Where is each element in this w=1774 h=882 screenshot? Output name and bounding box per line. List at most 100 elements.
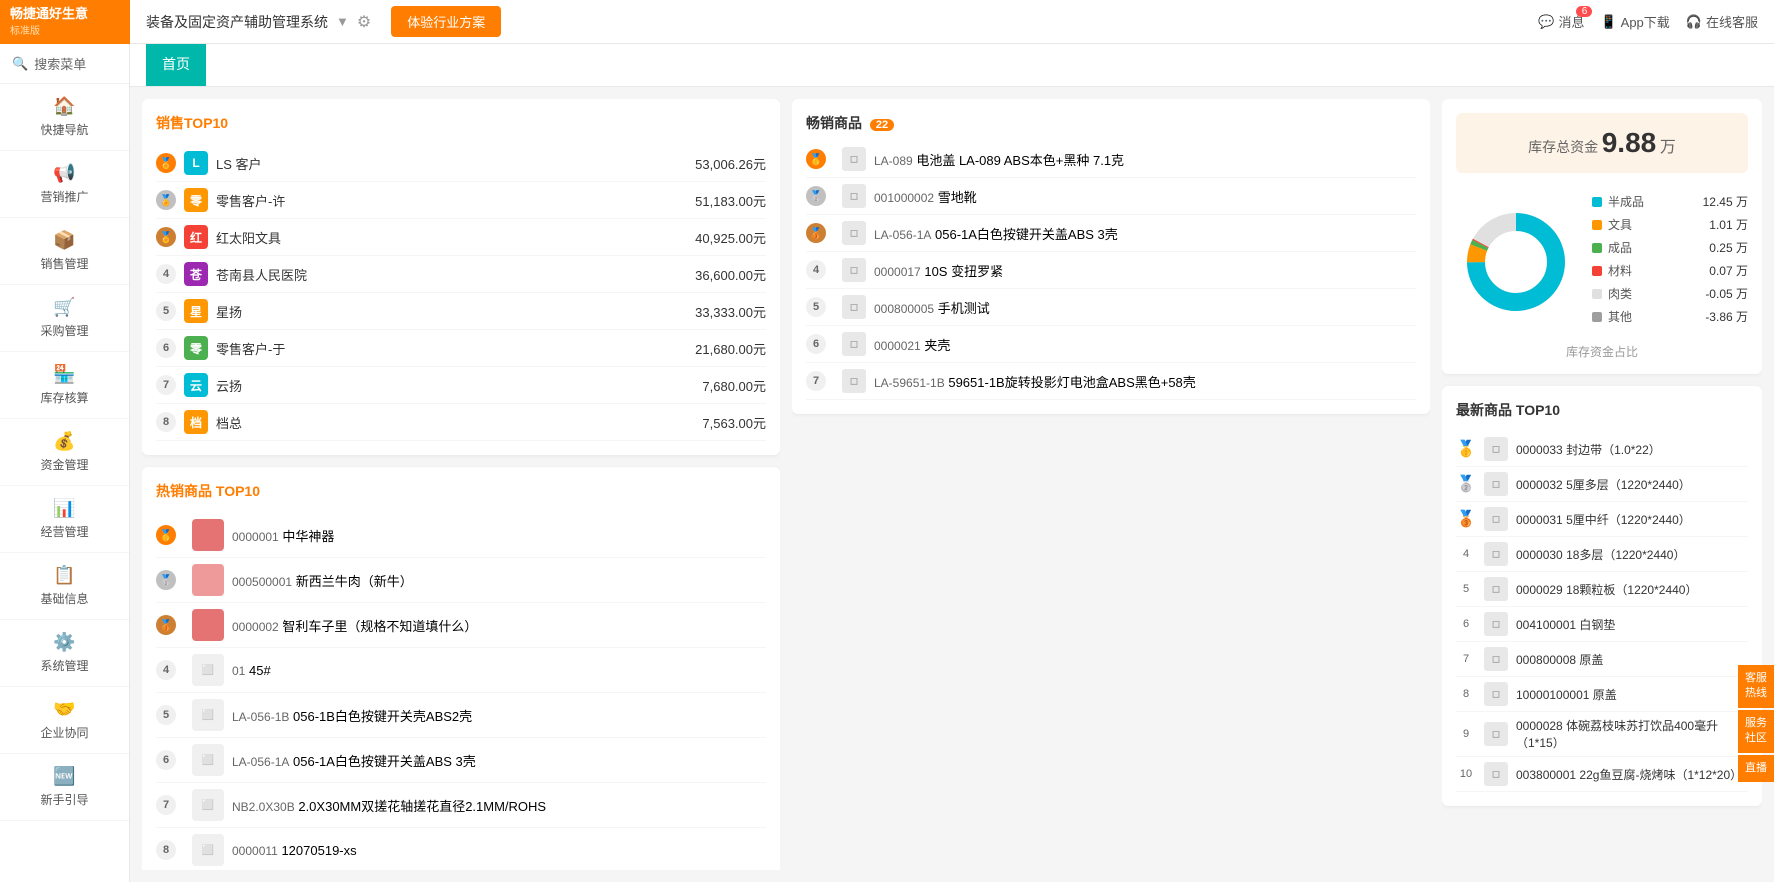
product-code: 003800001 [1516, 768, 1576, 782]
product-name: 手机测试 [938, 301, 990, 316]
sidebar-item-guide[interactable]: 🆕 新手引导 [0, 754, 129, 821]
sidebar: 🔍 搜索菜单 🏠 快捷导航 📢 营销推广 📦 销售管理 🛒 采购管理 🏪 库存核… [0, 44, 130, 882]
sidebar-label-marketing: 营销推广 [40, 188, 88, 205]
donut-subtitle: 库存资金占比 [1456, 343, 1748, 360]
product-thumb [192, 609, 224, 641]
float-btn-live[interactable]: 直播 [1738, 755, 1774, 782]
customer-avatar: 云 [184, 373, 208, 397]
trial-btn[interactable]: 体验行业方案 [391, 6, 501, 37]
product-name: 电池盖 LA-089 ABS本色+黑种 7.1克 [916, 153, 1124, 168]
legend-value: 1.01 万 [1709, 216, 1748, 233]
product-code: 000500001 [232, 575, 292, 589]
customer-name: 云扬 [216, 376, 702, 395]
newest-product-row: 🥈 ◻ 0000032 5厘多层（1220*2440） [1456, 467, 1748, 502]
product-code: 0000028 [1516, 719, 1563, 733]
customer-name: LS 客户 [216, 154, 695, 173]
sidebar-item-quicknav[interactable]: 🏠 快捷导航 [0, 84, 129, 151]
product-info: NB2.0X30B 2.0X30MM双搓花轴搓花直径2.1MM/ROHS [232, 796, 766, 815]
service-btn[interactable]: 🎧 在线客服 [1686, 12, 1758, 31]
product-code: 10000100001 [1516, 688, 1589, 702]
rank-num: 9 [1456, 724, 1476, 744]
rank-num: 8 [156, 840, 176, 860]
product-code: 004100001 [1516, 618, 1576, 632]
newest-product-row: 6 ◻ 004100001 白钢垫 [1456, 607, 1748, 642]
hot-product-row: 5 ⬜ LA-056-1B 056-1B白色按键开关壳ABS2壳 [156, 693, 766, 738]
sidebar-item-inventory[interactable]: 🏪 库存核算 [0, 352, 129, 419]
customer-amount: 36,600.00元 [695, 265, 766, 284]
newest-products-list: 🥇 ◻ 0000033 封边带（1.0*22） 🥈 ◻ 0000032 5厘多层… [1456, 432, 1748, 792]
hot-product-row: 🥉 0000002 智利车子里（规格不知道填什么） [156, 603, 766, 648]
product-name: 056-1B白色按键开关壳ABS2壳 [293, 709, 472, 724]
product-thumb: ⬜ [192, 789, 224, 821]
hot-products-list: 🥇 0000001 中华神器 🥈 000500001 新西兰牛肉（新牛） 🥉 0… [156, 513, 766, 870]
float-btn-service[interactable]: 客服热线 [1738, 665, 1774, 708]
customer-avatar: L [184, 151, 208, 175]
rank-badge: 🏅 [156, 227, 176, 247]
app-label: App下载 [1621, 12, 1670, 31]
legend-label: 肉类 [1608, 285, 1699, 302]
product-info: LA-056-1A 056-1A白色按键开关盖ABS 3壳 [232, 751, 766, 770]
legend-label: 半成品 [1608, 193, 1697, 210]
newest-product-row: 4 ◻ 0000030 18多层（1220*2440） [1456, 537, 1748, 572]
product-code: LA-59651-1B [874, 376, 945, 390]
settings-icon[interactable]: ⚙ [357, 12, 371, 32]
top-customers-card: 销售TOP10 🏅 L LS 客户 53,006.26元 🏅 零 零售客户-许 … [142, 99, 780, 455]
float-btn-community[interactable]: 服务社区 [1738, 710, 1774, 753]
product-code: 0000033 [1516, 443, 1563, 457]
sidebar-label-sales: 销售管理 [40, 255, 88, 272]
product-code: NB2.0X30B [232, 800, 295, 814]
phone-icon: 📱 [1600, 14, 1616, 30]
sidebar-item-system[interactable]: ⚙️ 系统管理 [0, 620, 129, 687]
rank-num: 8 [1456, 684, 1476, 704]
search-label: 搜索菜单 [34, 54, 86, 73]
legend-label: 文具 [1608, 216, 1703, 233]
logo-title: 畅捷通好生意 [10, 6, 88, 23]
product-info: 0000021 夹壳 [874, 335, 1416, 354]
sidebar-item-purchase[interactable]: 🛒 采购管理 [0, 285, 129, 352]
customer-row: 🏅 L LS 客户 53,006.26元 [156, 145, 766, 182]
product-name: 59651-1B旋转投影灯电池盒ABS黑色+58壳 [948, 375, 1195, 390]
app-download-btn[interactable]: 📱 App下载 [1600, 12, 1669, 31]
message-btn[interactable]: 💬 消息 6 [1538, 12, 1584, 31]
newest-product-row: 🥉 ◻ 0000031 5厘中纤（1220*2440） [1456, 502, 1748, 537]
service-label: 在线客服 [1706, 12, 1758, 31]
hot-product-row: 🥇 0000001 中华神器 [156, 513, 766, 558]
top-customers-table: 🏅 L LS 客户 53,006.26元 🏅 零 零售客户-许 51,183.0… [156, 145, 766, 441]
legend-value: -0.05 万 [1705, 285, 1748, 302]
collab-icon: 🤝 [53, 699, 75, 720]
newest-product-row: 5 ◻ 0000029 18颗粒板（1220*2440） [1456, 572, 1748, 607]
product-info: 0000031 5厘中纤（1220*2440） [1516, 511, 1748, 528]
tab-home[interactable]: 首页 [146, 44, 206, 86]
sidebar-item-marketing[interactable]: 📢 营销推广 [0, 151, 129, 218]
base-icon: 📋 [53, 565, 75, 586]
sell-product-row: 4 ◻ 0000017 10S 变扭罗紧 [806, 252, 1416, 289]
product-name: 10S 变扭罗紧 [924, 264, 1003, 279]
sidebar-item-base[interactable]: 📋 基础信息 [0, 553, 129, 620]
sidebar-item-sales[interactable]: 📦 销售管理 [0, 218, 129, 285]
dropdown-icon[interactable]: ▼ [336, 14, 349, 29]
sidebar-item-ops[interactable]: 📊 经营管理 [0, 486, 129, 553]
content-area: 首页 销售TOP10 🏅 L LS 客户 53,006.26元 🏅 零 零售客户… [130, 44, 1774, 882]
product-info: 0000011 12070519-xs [232, 843, 766, 858]
legend-label: 其他 [1608, 308, 1699, 325]
topbar-title-area: 装备及固定资产辅助管理系统 ▼ ⚙ 体验行业方案 [146, 6, 1538, 37]
customer-name: 红太阳文具 [216, 228, 695, 247]
main-left-col: 销售TOP10 🏅 L LS 客户 53,006.26元 🏅 零 零售客户-许 … [142, 99, 780, 870]
sidebar-item-finance[interactable]: 💰 资金管理 [0, 419, 129, 486]
product-info: LA-089 电池盖 LA-089 ABS本色+黑种 7.1克 [874, 150, 1416, 169]
product-thumb: ⬜ [192, 744, 224, 776]
rank-num: 8 [156, 412, 176, 432]
rank-num: 10 [1456, 764, 1476, 784]
product-code: 0000030 [1516, 548, 1563, 562]
product-icon: ◻ [842, 295, 866, 319]
dashboard-right: 库存总资金 9.88 万 [1442, 99, 1762, 870]
rank-num: 7 [1456, 649, 1476, 669]
product-code: 0000031 [1516, 513, 1563, 527]
newest-product-row: 8 ◻ 10000100001 原盖 [1456, 677, 1748, 712]
sidebar-item-collab[interactable]: 🤝 企业协同 [0, 687, 129, 754]
product-name: 2.0X30MM双搓花轴搓花直径2.1MM/ROHS [298, 799, 546, 814]
product-thumb: ⬜ [192, 654, 224, 686]
search-menu[interactable]: 🔍 搜索菜单 [0, 44, 129, 84]
topbar: 畅捷通好生意 标准版 装备及固定资产辅助管理系统 ▼ ⚙ 体验行业方案 💬 消息… [0, 0, 1774, 44]
nav-tab-bar: 首页 [130, 44, 1774, 87]
